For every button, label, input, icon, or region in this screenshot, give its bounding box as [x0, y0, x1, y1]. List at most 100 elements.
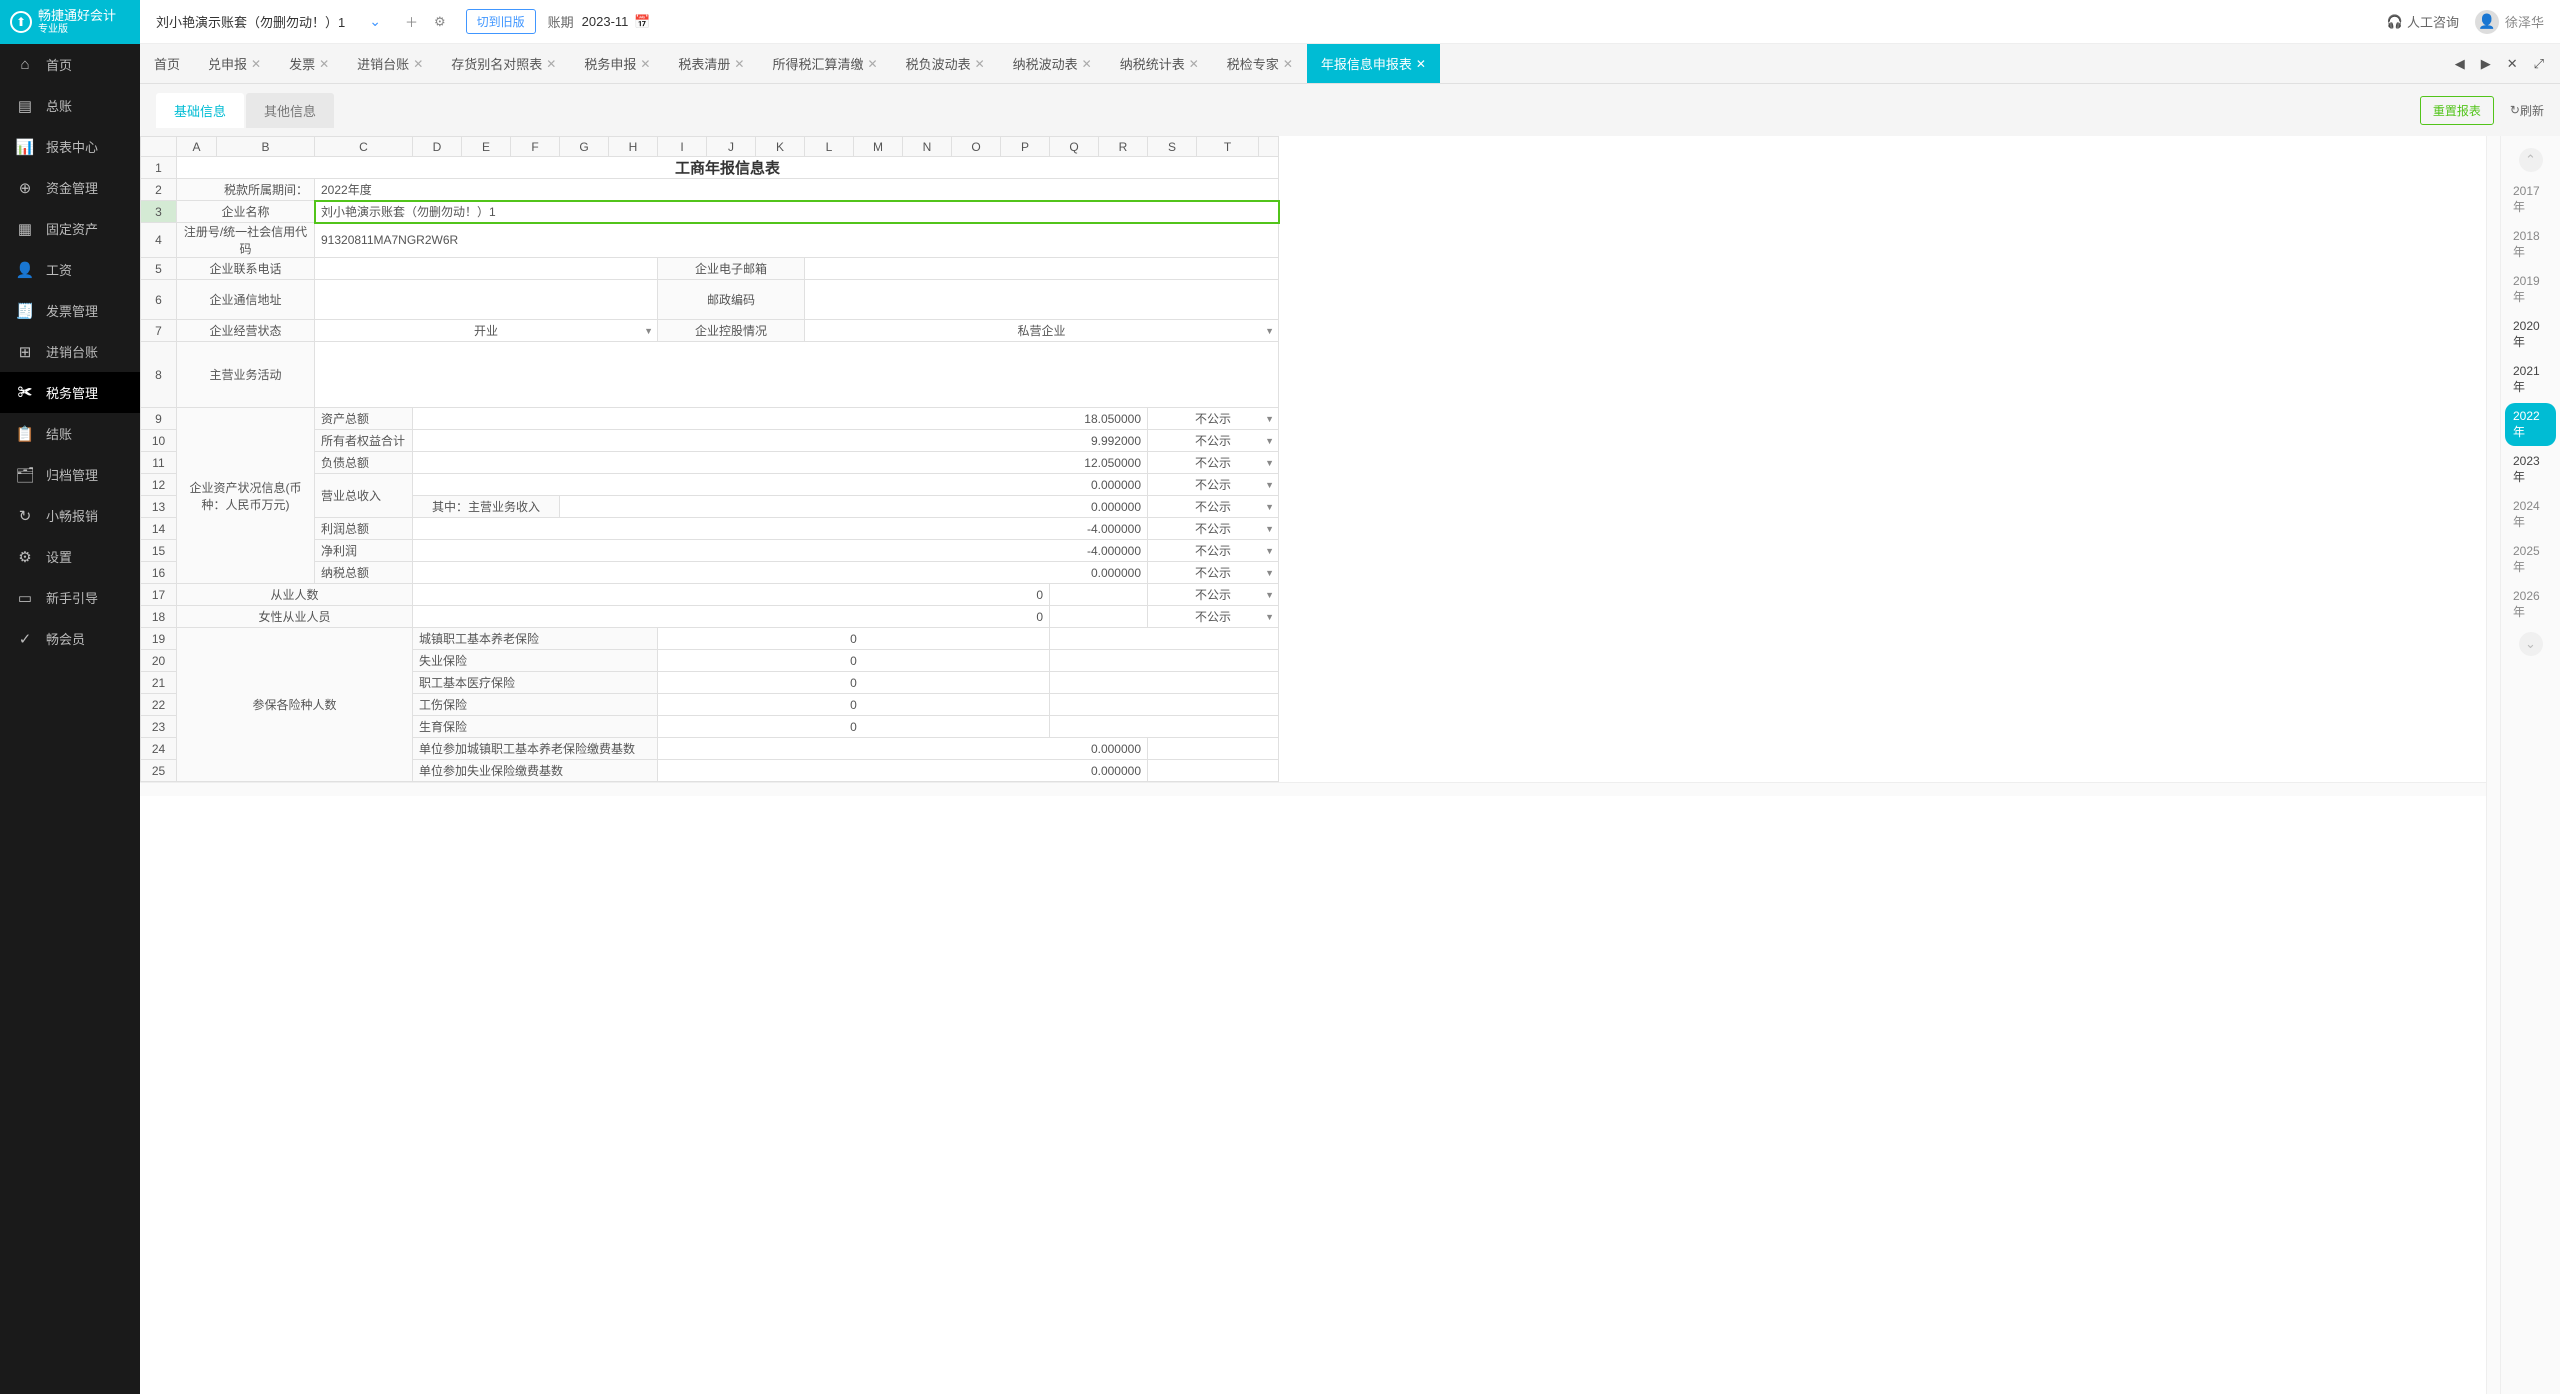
tab-close-icon[interactable]: ✕: [1189, 57, 1199, 71]
nav-item[interactable]: ⊞进销台账: [0, 331, 140, 372]
row-header[interactable]: 1: [141, 157, 177, 179]
dropdown-cell[interactable]: 不公示: [1148, 606, 1279, 628]
year-item[interactable]: 2026年: [2505, 583, 2556, 626]
year-up-icon[interactable]: ⌃: [2519, 148, 2543, 172]
row-header[interactable]: 9: [141, 408, 177, 430]
tab[interactable]: 发票✕: [275, 44, 343, 83]
col-header[interactable]: I: [658, 137, 707, 157]
row-header[interactable]: 16: [141, 562, 177, 584]
dropdown-cell[interactable]: 不公示: [1148, 562, 1279, 584]
nav-item[interactable]: ▦固定资产: [0, 208, 140, 249]
row-header[interactable]: 22: [141, 694, 177, 716]
dropdown-cell[interactable]: 不公示: [1148, 540, 1279, 562]
spreadsheet[interactable]: ABCDEFGHIJKLMNOPQRST1工商年报信息表2税款所属期间：2022…: [140, 136, 2486, 1394]
cell[interactable]: [1148, 738, 1279, 760]
tab[interactable]: 税表清册✕: [664, 44, 758, 83]
nav-item[interactable]: 👤工资: [0, 249, 140, 290]
tab-close-icon[interactable]: ✕: [868, 57, 878, 71]
cell[interactable]: 0.000000: [658, 760, 1148, 782]
user-menu[interactable]: 👤 徐泽华: [2475, 10, 2544, 34]
row-header[interactable]: 15: [141, 540, 177, 562]
nav-item[interactable]: 🧾发票管理: [0, 290, 140, 331]
year-item[interactable]: 2017年: [2505, 178, 2556, 221]
tab-close-icon[interactable]: ✕: [640, 57, 650, 71]
cell[interactable]: 0.000000: [560, 496, 1148, 518]
col-header[interactable]: L: [805, 137, 854, 157]
cell[interactable]: [805, 258, 1279, 280]
col-header[interactable]: O: [952, 137, 1001, 157]
cell[interactable]: 0: [658, 628, 1050, 650]
tab[interactable]: 进销台账✕: [343, 44, 437, 83]
year-item[interactable]: 2022年: [2505, 403, 2556, 446]
col-header[interactable]: D: [413, 137, 462, 157]
cell[interactable]: [805, 280, 1279, 320]
add-button[interactable]: ＋: [405, 12, 418, 31]
nav-item[interactable]: ⌂首页: [0, 44, 140, 85]
corner-cell[interactable]: [141, 137, 177, 157]
cell[interactable]: [1050, 628, 1279, 650]
subtab-other[interactable]: 其他信息: [246, 93, 334, 128]
tab-close-all-icon[interactable]: ✕: [2499, 56, 2526, 72]
row-header[interactable]: 24: [141, 738, 177, 760]
cell[interactable]: 18.050000: [413, 408, 1148, 430]
year-down-icon[interactable]: ⌄: [2519, 632, 2543, 656]
cell[interactable]: [315, 280, 658, 320]
row-header[interactable]: 10: [141, 430, 177, 452]
nav-item[interactable]: 📊报表中心: [0, 126, 140, 167]
cell[interactable]: [315, 342, 1279, 408]
cell[interactable]: 0.000000: [413, 562, 1148, 584]
cell[interactable]: [1050, 606, 1148, 628]
dropdown-cell[interactable]: 不公示: [1148, 474, 1279, 496]
col-header[interactable]: N: [903, 137, 952, 157]
tab-close-icon[interactable]: ✕: [413, 57, 423, 71]
dropdown-cell[interactable]: 开业: [315, 320, 658, 342]
nav-item[interactable]: ▤总账: [0, 85, 140, 126]
refresh-button[interactable]: ↻ 刷新: [2510, 102, 2544, 119]
col-header[interactable]: P: [1001, 137, 1050, 157]
tab-close-icon[interactable]: ✕: [734, 57, 744, 71]
row-header[interactable]: 17: [141, 584, 177, 606]
cell[interactable]: 2022年度: [315, 179, 1279, 201]
old-version-button[interactable]: 切到旧版: [466, 9, 536, 34]
tab-close-icon[interactable]: ✕: [1283, 57, 1293, 71]
tab[interactable]: 年报信息申报表✕: [1307, 44, 1440, 83]
row-header[interactable]: 8: [141, 342, 177, 408]
cell[interactable]: 0: [658, 694, 1050, 716]
row-header[interactable]: 7: [141, 320, 177, 342]
row-header[interactable]: 18: [141, 606, 177, 628]
row-header[interactable]: 21: [141, 672, 177, 694]
row-header[interactable]: 13: [141, 496, 177, 518]
vertical-scrollbar[interactable]: [2486, 136, 2500, 1394]
tab[interactable]: 税检专家✕: [1213, 44, 1307, 83]
year-item[interactable]: 2021年: [2505, 358, 2556, 401]
cell[interactable]: 0: [413, 606, 1050, 628]
row-header[interactable]: 5: [141, 258, 177, 280]
subtab-basic[interactable]: 基础信息: [156, 93, 244, 128]
col-header[interactable]: C: [315, 137, 413, 157]
cell[interactable]: [1050, 672, 1279, 694]
tab[interactable]: 税务申报✕: [570, 44, 664, 83]
tab-close-icon[interactable]: ✕: [546, 57, 556, 71]
cell[interactable]: 0: [658, 716, 1050, 738]
nav-item[interactable]: ↻小畅报销: [0, 495, 140, 536]
row-header[interactable]: 25: [141, 760, 177, 782]
col-header[interactable]: B: [217, 137, 315, 157]
year-item[interactable]: 2018年: [2505, 223, 2556, 266]
tab-close-icon[interactable]: ✕: [1416, 57, 1426, 71]
row-header[interactable]: 23: [141, 716, 177, 738]
dropdown-cell[interactable]: 私营企业: [805, 320, 1279, 342]
nav-item[interactable]: ✀税务管理: [0, 372, 140, 413]
dropdown-cell[interactable]: 不公示: [1148, 518, 1279, 540]
tab[interactable]: 首页: [140, 44, 194, 83]
dropdown-cell[interactable]: 不公示: [1148, 408, 1279, 430]
row-header[interactable]: 2: [141, 179, 177, 201]
cell[interactable]: 0: [658, 672, 1050, 694]
fullscreen-icon[interactable]: ⤢: [2526, 56, 2552, 72]
row-header[interactable]: 3: [141, 201, 177, 223]
tab-close-icon[interactable]: ✕: [251, 57, 261, 71]
col-header[interactable]: G: [560, 137, 609, 157]
row-header[interactable]: 6: [141, 280, 177, 320]
year-item[interactable]: 2020年: [2505, 313, 2556, 356]
tab-prev-icon[interactable]: ◀: [2447, 56, 2473, 72]
cell[interactable]: 0: [413, 584, 1050, 606]
